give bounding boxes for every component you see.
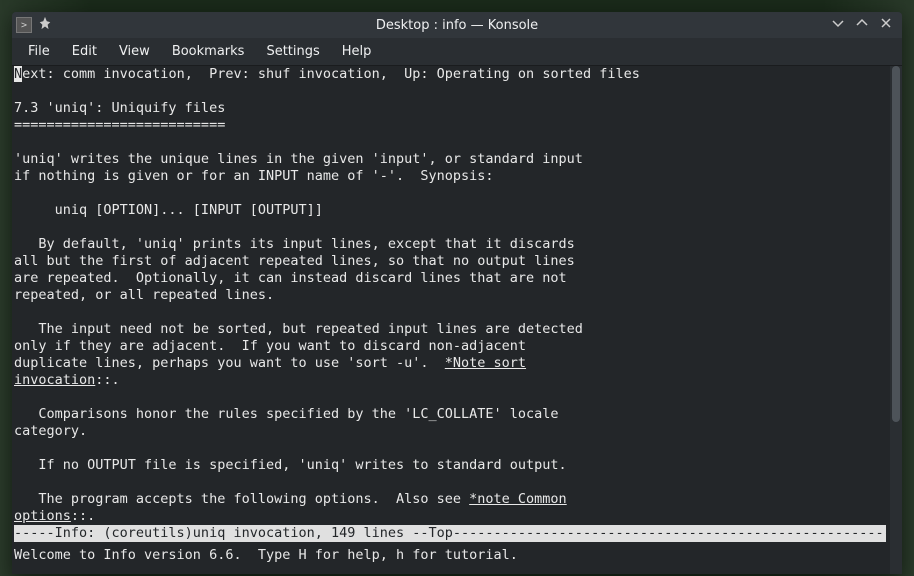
section-underline: ========================== — [14, 117, 225, 133]
menu-file[interactable]: File — [18, 40, 60, 63]
text-line: The input need not be sorted, but repeat… — [14, 321, 583, 337]
cursor: N — [14, 66, 22, 82]
window-controls — [818, 17, 898, 33]
app-icon — [16, 17, 32, 33]
text-line: ::. — [71, 508, 95, 524]
text-line: ::. — [95, 372, 119, 388]
menu-edit[interactable]: Edit — [62, 40, 107, 63]
text-line: The program accepts the following option… — [14, 491, 469, 507]
nav-line: ext: comm invocation, Prev: shuf invocat… — [22, 66, 640, 82]
titlebar-left — [16, 16, 96, 34]
menu-settings[interactable]: Settings — [256, 40, 329, 63]
text-line: category. — [14, 423, 87, 439]
terminal[interactable]: Next: comm invocation, Prev: shuf invoca… — [12, 66, 890, 574]
text-line: Comparisons honor the rules specified by… — [14, 406, 559, 422]
section-heading: 7.3 'uniq': Uniquify files — [14, 100, 225, 116]
text-line: only if they are adjacent. If you want t… — [14, 338, 526, 354]
info-link-sort[interactable]: *Note sort — [445, 355, 526, 371]
konsole-window: Desktop : info — Konsole File Edit View … — [12, 12, 902, 574]
info-link-common-cont[interactable]: options — [14, 508, 71, 524]
maximize-button[interactable] — [856, 17, 868, 33]
text-line: duplicate lines, perhaps you want to use… — [14, 355, 445, 371]
synopsis-line: uniq [OPTION]... [INPUT [OUTPUT]] — [14, 202, 323, 218]
text-line: If no OUTPUT file is specified, 'uniq' w… — [14, 457, 567, 473]
pin-icon[interactable] — [38, 16, 52, 34]
menu-bookmarks[interactable]: Bookmarks — [162, 40, 255, 63]
info-link-sort-cont[interactable]: invocation — [14, 372, 95, 388]
info-status-line: -----Info: (coreutils)uniq invocation, 1… — [14, 525, 886, 542]
menu-view[interactable]: View — [109, 40, 160, 63]
menu-help[interactable]: Help — [332, 40, 382, 63]
text-line: repeated, or all repeated lines. — [14, 287, 274, 303]
scrollbar-thumb[interactable] — [892, 66, 900, 422]
window-title: Desktop : info — Konsole — [96, 18, 818, 33]
welcome-line: Welcome to Info version 6.6. Type H for … — [14, 547, 518, 563]
minimize-button[interactable] — [832, 17, 844, 33]
text-line: By default, 'uniq' prints its input line… — [14, 236, 575, 252]
close-button[interactable] — [880, 17, 892, 33]
scrollbar[interactable] — [890, 66, 902, 574]
text-line: if nothing is given or for an INPUT name… — [14, 168, 494, 184]
info-link-common[interactable]: *note Common — [469, 491, 567, 507]
terminal-area: Next: comm invocation, Prev: shuf invoca… — [12, 66, 902, 574]
text-line: are repeated. Optionally, it can instead… — [14, 270, 567, 286]
text-line: all but the first of adjacent repeated l… — [14, 253, 575, 269]
titlebar[interactable]: Desktop : info — Konsole — [12, 12, 902, 38]
menubar: File Edit View Bookmarks Settings Help — [12, 38, 902, 66]
text-line: 'uniq' writes the unique lines in the gi… — [14, 151, 583, 167]
